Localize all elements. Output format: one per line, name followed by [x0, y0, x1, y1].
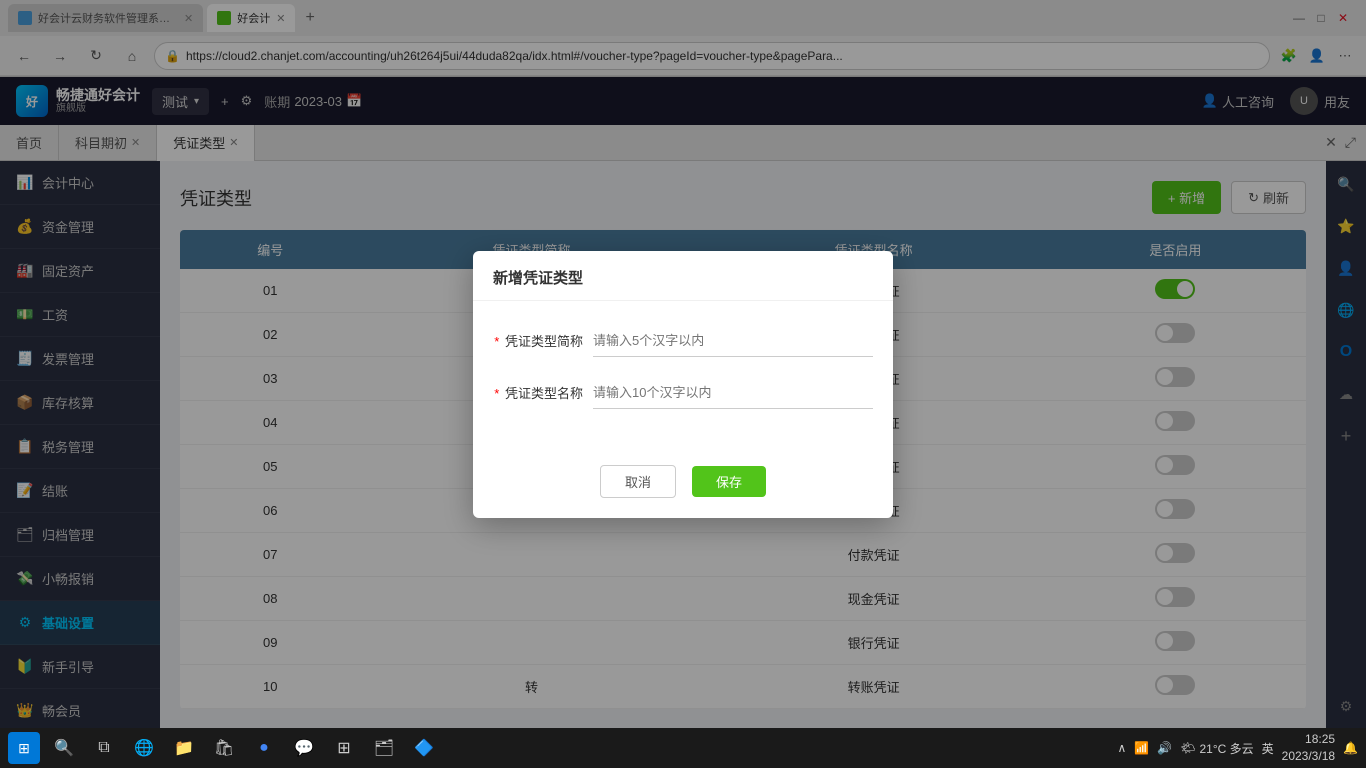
modal-title: 新增凭证类型	[493, 267, 583, 288]
save-button[interactable]: 保存	[692, 466, 766, 497]
tray-expand-icon[interactable]: ∧	[1118, 741, 1127, 755]
name-label: * 凭证类型名称	[493, 383, 583, 402]
abbr-input[interactable]	[593, 325, 873, 357]
modal-footer: 取消 保存	[473, 453, 893, 518]
taskbar-search[interactable]: 🔍	[48, 732, 80, 764]
abbr-required: *	[494, 334, 499, 349]
weather-icon: 🌤	[1180, 741, 1195, 755]
taskbar-store[interactable]: 🛍	[208, 732, 240, 764]
tray-sound-icon[interactable]: 🔊	[1157, 741, 1172, 755]
add-voucher-type-modal: 新增凭证类型 * 凭证类型简称 * 凭证类型名称 取消 保存	[473, 251, 893, 518]
taskbar-explorer[interactable]: 📁	[168, 732, 200, 764]
notification-icon[interactable]: 🔔	[1343, 741, 1358, 755]
name-input[interactable]	[593, 377, 873, 409]
taskbar: ⊞ 🔍 ⧉ 🌐 📁 🛍 ● 💬 ⊞ 🗂 🔷 ∧ 📶 🔊 🌤 21°C 多云 英 …	[0, 728, 1366, 768]
taskbar-tray: ∧ 📶 🔊 🌤 21°C 多云 英 18:25 2023/3/18 🔔	[1118, 731, 1358, 765]
modal-overlay: 新增凭证类型 * 凭证类型简称 * 凭证类型名称 取消 保存	[0, 0, 1366, 768]
abbr-label-text: 凭证类型简称	[505, 334, 583, 349]
taskbar-wechat[interactable]: 💬	[288, 732, 320, 764]
taskbar-time: 18:25 2023/3/18	[1282, 731, 1335, 765]
tray-lang: 英	[1262, 740, 1274, 757]
name-form-row: * 凭证类型名称	[493, 377, 873, 409]
tray-network-icon[interactable]: 📶	[1134, 741, 1149, 755]
taskbar-chrome[interactable]: ●	[248, 732, 280, 764]
weather-text: 21°C 多云	[1199, 740, 1253, 757]
cancel-button[interactable]: 取消	[600, 465, 676, 498]
taskbar-edge[interactable]: 🌐	[128, 732, 160, 764]
start-button[interactable]: ⊞	[8, 732, 40, 764]
taskbar-task-view[interactable]: ⧉	[88, 732, 120, 764]
taskbar-browser2[interactable]: 🔷	[408, 732, 440, 764]
time-display: 18:25	[1282, 731, 1335, 748]
taskbar-weather: 🌤 21°C 多云	[1180, 740, 1253, 757]
modal-header: 新增凭证类型	[473, 251, 893, 301]
taskbar-files[interactable]: 🗂	[368, 732, 400, 764]
name-label-text: 凭证类型名称	[505, 386, 583, 401]
modal-body: * 凭证类型简称 * 凭证类型名称	[473, 301, 893, 453]
date-display: 2023/3/18	[1282, 748, 1335, 765]
abbr-label: * 凭证类型简称	[493, 331, 583, 350]
taskbar-apps[interactable]: ⊞	[328, 732, 360, 764]
name-required: *	[494, 386, 499, 401]
abbr-form-row: * 凭证类型简称	[493, 325, 873, 357]
